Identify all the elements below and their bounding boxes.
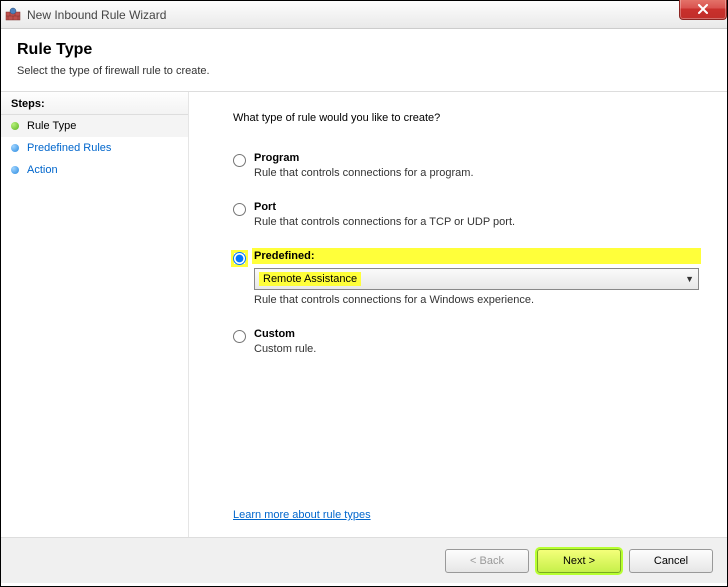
step-label: Predefined Rules bbox=[27, 142, 111, 154]
option-title: Predefined: bbox=[254, 250, 699, 262]
radio-program[interactable] bbox=[233, 154, 246, 167]
step-bullet-icon bbox=[11, 166, 19, 174]
option-desc: Rule that controls connections for a pro… bbox=[254, 167, 699, 179]
step-bullet-icon bbox=[11, 122, 19, 130]
back-button: < Back bbox=[445, 549, 529, 573]
predefined-dropdown[interactable]: Remote Assistance ▼ bbox=[254, 268, 699, 290]
wizard-header: Rule Type Select the type of firewall ru… bbox=[1, 29, 727, 92]
step-predefined-rules[interactable]: Predefined Rules bbox=[1, 137, 188, 159]
step-bullet-icon bbox=[11, 144, 19, 152]
cancel-button[interactable]: Cancel bbox=[629, 549, 713, 573]
main-pane: What type of rule would you like to crea… bbox=[189, 92, 727, 537]
steps-sidebar: Steps: Rule Type Predefined Rules Action bbox=[1, 92, 189, 537]
option-desc: Rule that controls connections for a Win… bbox=[254, 294, 699, 306]
radio-port[interactable] bbox=[233, 203, 246, 216]
option-title: Custom bbox=[254, 328, 699, 340]
option-desc: Custom rule. bbox=[254, 343, 699, 355]
radio-custom[interactable] bbox=[233, 330, 246, 343]
wizard-body: Steps: Rule Type Predefined Rules Action… bbox=[1, 92, 727, 537]
option-title: Port bbox=[254, 201, 699, 213]
firewall-icon bbox=[5, 7, 21, 23]
question-text: What type of rule would you like to crea… bbox=[233, 112, 699, 124]
next-button[interactable]: Next > bbox=[537, 549, 621, 573]
option-custom[interactable]: Custom Custom rule. bbox=[233, 328, 699, 355]
option-title: Program bbox=[254, 152, 699, 164]
wizard-footer: < Back Next > Cancel bbox=[1, 537, 727, 583]
step-action[interactable]: Action bbox=[1, 159, 188, 181]
step-label: Action bbox=[27, 164, 58, 176]
option-predefined[interactable]: Predefined: Remote Assistance ▼ Rule tha… bbox=[233, 250, 699, 306]
learn-more-link[interactable]: Learn more about rule types bbox=[233, 509, 371, 521]
chevron-down-icon: ▼ bbox=[685, 274, 694, 284]
dropdown-value: Remote Assistance bbox=[259, 272, 361, 286]
option-desc: Rule that controls connections for a TCP… bbox=[254, 216, 699, 228]
window-title: New Inbound Rule Wizard bbox=[27, 8, 166, 22]
page-subtitle: Select the type of firewall rule to crea… bbox=[17, 65, 711, 77]
page-title: Rule Type bbox=[17, 41, 711, 59]
step-rule-type[interactable]: Rule Type bbox=[1, 115, 188, 137]
step-label: Rule Type bbox=[27, 120, 76, 132]
close-button[interactable] bbox=[679, 0, 727, 20]
steps-label: Steps: bbox=[1, 92, 188, 115]
option-port[interactable]: Port Rule that controls connections for … bbox=[233, 201, 699, 228]
titlebar: New Inbound Rule Wizard bbox=[1, 1, 727, 29]
close-icon bbox=[697, 4, 709, 14]
radio-predefined[interactable] bbox=[233, 252, 246, 265]
option-program[interactable]: Program Rule that controls connections f… bbox=[233, 152, 699, 179]
